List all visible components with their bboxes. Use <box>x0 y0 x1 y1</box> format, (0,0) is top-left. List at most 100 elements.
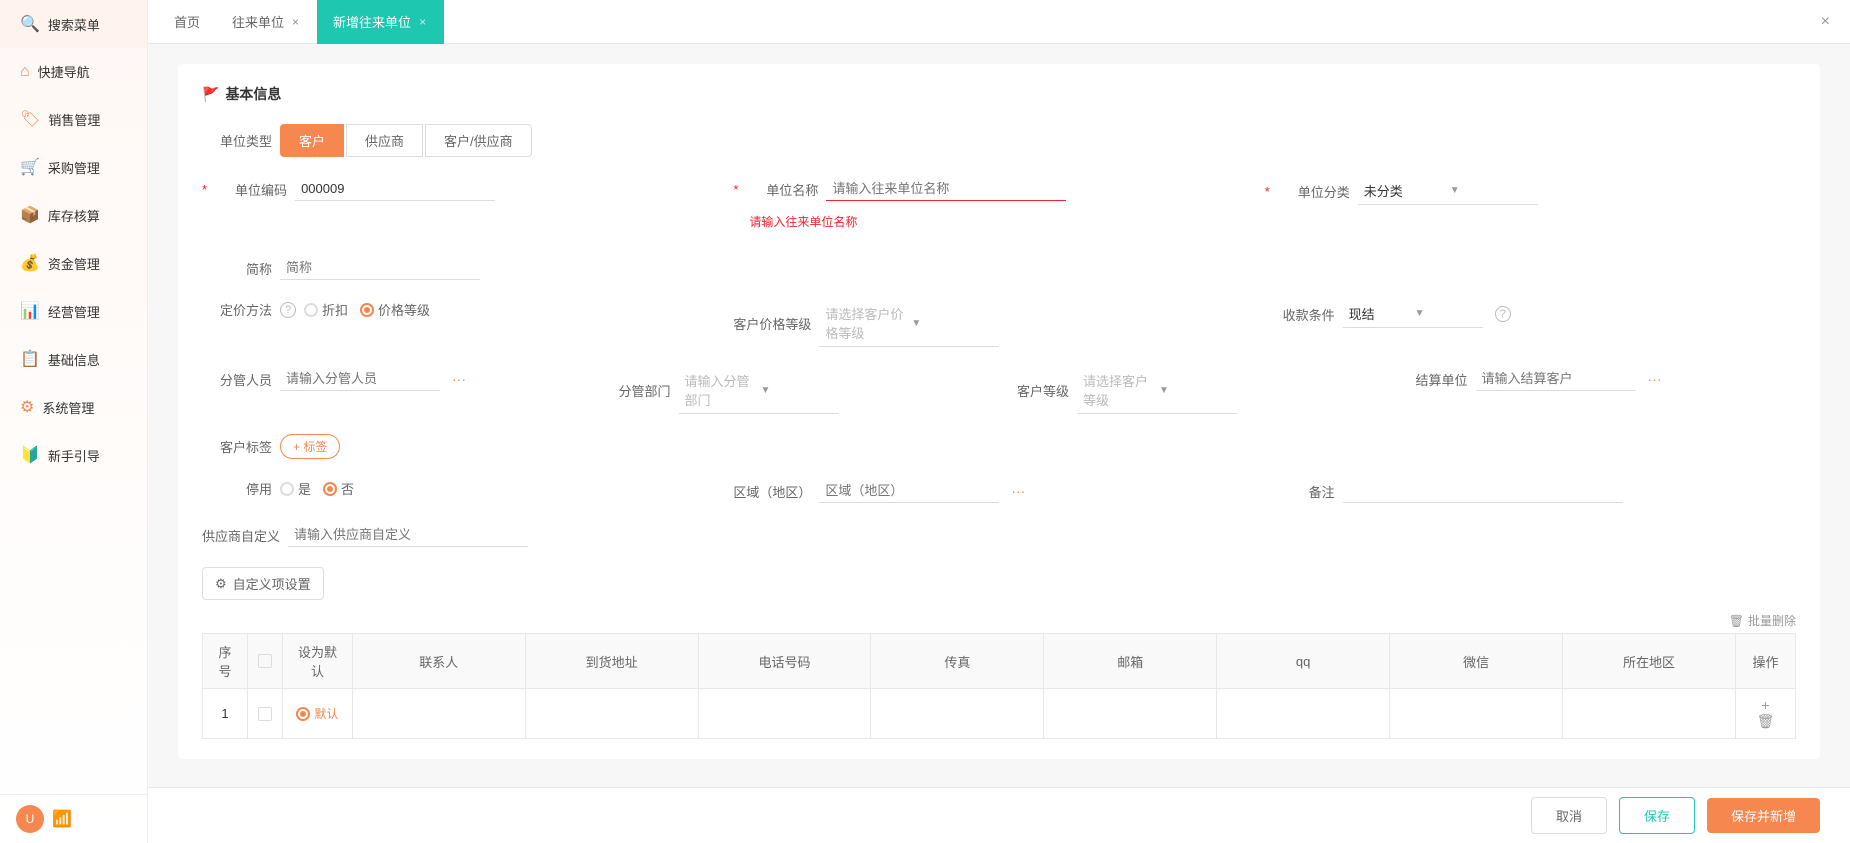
short-name-input[interactable] <box>280 256 480 280</box>
fax-input[interactable] <box>881 706 1033 721</box>
sidebar-item-finance[interactable]: 💰 资金管理 <box>0 239 147 287</box>
qq-input[interactable] <box>1227 706 1379 721</box>
required-mark2: * <box>733 182 738 197</box>
finance-icon: 💰 <box>20 253 40 273</box>
guide-icon: 🔰 <box>20 445 40 465</box>
cell-phone[interactable] <box>698 689 871 739</box>
batch-delete-btn[interactable]: 🗑 批量删除 <box>1729 612 1796 629</box>
phone-input[interactable] <box>709 706 861 721</box>
btn-supplier[interactable]: 供应商 <box>346 124 423 157</box>
cell-fax[interactable] <box>871 689 1044 739</box>
save-new-button[interactable]: 保存并新增 <box>1707 798 1820 833</box>
default-radio[interactable]: 默认 <box>293 705 342 722</box>
unit-code-input[interactable] <box>295 177 495 201</box>
radio-yes-label: 是 <box>298 479 311 498</box>
sidebar-item-guide[interactable]: 🔰 新手引导 <box>0 431 147 479</box>
sidebar-item-label: 经营管理 <box>48 302 100 321</box>
note-input[interactable] <box>1343 479 1623 503</box>
sidebar-item-search[interactable]: 🔍 搜索菜单 <box>0 0 147 48</box>
flag-icon: 🚩 <box>202 86 219 103</box>
btn-both[interactable]: 客户/供应商 <box>425 124 532 157</box>
main-content: 首页 往来单位 × 新增往来单位 × × 🚩 基本信息 单位类型 客户 <box>148 0 1850 843</box>
manager-input[interactable] <box>280 367 440 391</box>
pricing-radio-group: 折扣 价格等级 <box>304 300 430 319</box>
col-seq: 序号 <box>203 634 248 689</box>
unit-name-input[interactable] <box>826 177 1066 201</box>
email-input[interactable] <box>1054 706 1206 721</box>
chevron-down-icon5: ▼ <box>1159 385 1231 396</box>
tab-new-partner[interactable]: 新增往来单位 × <box>317 0 444 44</box>
add-tag-btn[interactable]: + 标签 <box>280 434 340 459</box>
custom-settings-btn[interactable]: ⚙ 自定义项设置 <box>202 567 324 600</box>
col-qq: qq <box>1217 634 1390 689</box>
customer-price-level-select[interactable]: 请选择客户价格等级 ▼ <box>819 300 999 347</box>
tab-partners[interactable]: 往来单位 × <box>216 0 317 44</box>
form-row-pricing: 定价方法 ? 折扣 价格等级 客户价格等级 <box>202 300 1796 347</box>
supplier-custom-input[interactable] <box>288 523 528 547</box>
radio-no[interactable]: 否 <box>323 479 354 498</box>
form-row-disabled: 停用 是 否 区域（地区） ··· <box>202 479 1796 503</box>
sidebar-item-purchase[interactable]: 🛒 采购管理 <box>0 143 147 191</box>
disabled-radio-group: 是 否 <box>280 479 354 498</box>
help-icon-pricing[interactable]: ? <box>280 302 296 318</box>
pricing-method-label: 定价方法 <box>202 300 272 319</box>
tab-home[interactable]: 首页 <box>158 0 216 44</box>
cancel-button[interactable]: 取消 <box>1531 797 1607 834</box>
sidebar-item-sales[interactable]: 🏷 销售管理 <box>0 95 147 143</box>
unit-category-select[interactable]: 未分类 ▼ <box>1358 177 1538 205</box>
tab-partners-close[interactable]: × <box>290 13 301 31</box>
sidebar-item-quicknav[interactable]: ⌂ 快捷导航 <box>0 48 147 95</box>
add-row-btn[interactable]: + <box>1758 697 1772 713</box>
sidebar-item-inventory[interactable]: 📦 库存核算 <box>0 191 147 239</box>
cell-region[interactable] <box>1563 689 1736 739</box>
region-input[interactable] <box>819 479 999 503</box>
save-button[interactable]: 保存 <box>1619 797 1695 834</box>
payment-terms-select[interactable]: 现结 ▼ <box>1343 300 1483 328</box>
wechat-input[interactable] <box>1400 706 1552 721</box>
field-unit-code: * 单位编码 <box>202 177 733 201</box>
cell-contact[interactable] <box>352 689 525 739</box>
delete-row-btn[interactable]: 🗑 <box>1754 713 1778 730</box>
tab-partners-label: 往来单位 <box>232 12 284 31</box>
department-select[interactable]: 请输入分管部门 ▼ <box>679 367 839 414</box>
select-all-checkbox[interactable] <box>258 654 272 668</box>
tab-new-partner-close[interactable]: × <box>417 13 428 31</box>
footer: 取消 保存 保存并新增 <box>148 787 1850 843</box>
main-close-btn[interactable]: × <box>1811 13 1840 31</box>
sidebar-item-basic[interactable]: 📋 基础信息 <box>0 335 147 383</box>
system-icon: ⚙ <box>20 397 34 417</box>
help-icon-payment[interactable]: ? <box>1495 306 1511 322</box>
col-email: 邮箱 <box>1044 634 1217 689</box>
region-table-input[interactable] <box>1573 706 1725 721</box>
settlement-unit-input[interactable] <box>1476 367 1636 391</box>
sidebar-item-label: 新手引导 <box>48 446 100 465</box>
region-more-btn[interactable]: ··· <box>1007 483 1029 499</box>
home-icon: ⌂ <box>20 63 30 81</box>
address-input[interactable] <box>536 706 688 721</box>
field-settlement-unit: 结算单位 ··· <box>1398 367 1797 391</box>
radio-yes[interactable]: 是 <box>280 479 311 498</box>
cell-email[interactable] <box>1044 689 1217 739</box>
customer-tag-label: 客户标签 <box>202 437 272 456</box>
cell-wechat[interactable] <box>1390 689 1563 739</box>
sidebar-item-label: 快捷导航 <box>38 62 90 81</box>
batch-delete-label: 批量删除 <box>1748 612 1796 629</box>
row-checkbox[interactable] <box>258 707 272 721</box>
sidebar-item-operation[interactable]: 📊 经营管理 <box>0 287 147 335</box>
manager-more-btn[interactable]: ··· <box>448 371 470 387</box>
table-row: 1 默认 <box>203 689 1796 739</box>
radio-price-level[interactable]: 价格等级 <box>360 300 430 319</box>
radio-discount[interactable]: 折扣 <box>304 300 348 319</box>
cell-address[interactable] <box>525 689 698 739</box>
settlement-unit-more-btn[interactable]: ··· <box>1644 371 1666 387</box>
settlement-unit-label: 结算单位 <box>1398 370 1468 389</box>
btn-customer[interactable]: 客户 <box>280 124 344 157</box>
gear-icon: ⚙ <box>215 576 227 592</box>
col-fax: 传真 <box>871 634 1044 689</box>
tab-new-partner-label: 新增往来单位 <box>333 12 411 31</box>
contact-input[interactable] <box>363 706 515 721</box>
sidebar-item-system[interactable]: ⚙ 系统管理 <box>0 383 147 431</box>
customer-level-select[interactable]: 请选择客户等级 ▼ <box>1077 367 1237 414</box>
cell-qq[interactable] <box>1217 689 1390 739</box>
tab-bar: 首页 往来单位 × 新增往来单位 × × <box>148 0 1850 44</box>
